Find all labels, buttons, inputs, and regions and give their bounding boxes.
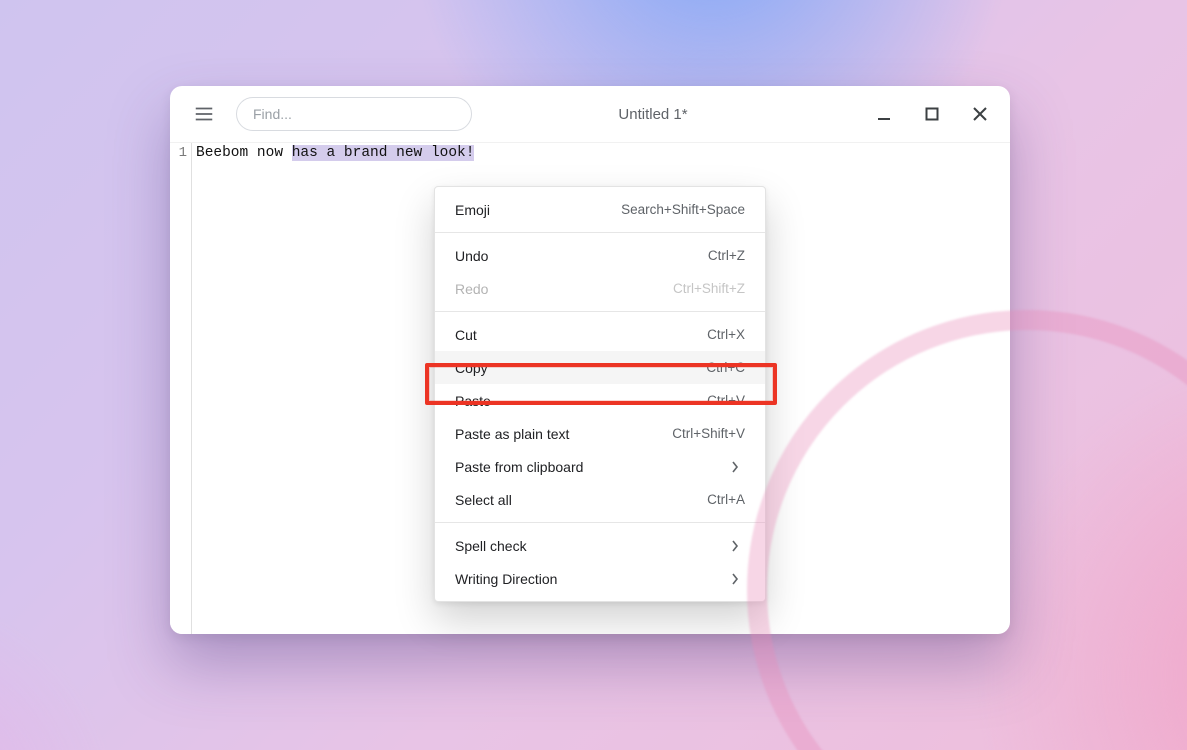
- menu-item-paste-plain[interactable]: Paste as plain text Ctrl+Shift+V: [435, 417, 765, 450]
- menu-item-label: Paste: [455, 393, 491, 409]
- close-icon[interactable]: [970, 104, 990, 124]
- menu-item-shortcut: Ctrl+X: [707, 327, 745, 342]
- menu-item-label: Undo: [455, 248, 488, 264]
- menu-item-redo: Redo Ctrl+Shift+Z: [435, 272, 765, 305]
- find-field[interactable]: [236, 97, 472, 131]
- menu-item-writing-direction[interactable]: Writing Direction: [435, 562, 765, 595]
- titlebar: Untitled 1*: [170, 86, 1010, 142]
- chevron-right-icon: [731, 540, 745, 552]
- find-input[interactable]: [253, 106, 455, 122]
- menu-item-shortcut: Ctrl+Shift+Z: [673, 281, 745, 296]
- menu-item-label: Spell check: [455, 538, 527, 554]
- menu-item-emoji[interactable]: Emoji Search+Shift+Space: [435, 193, 765, 226]
- minimize-icon[interactable]: [874, 104, 894, 124]
- maximize-icon[interactable]: [922, 104, 942, 124]
- document-title: Untitled 1*: [484, 106, 862, 123]
- window-controls: [874, 104, 996, 124]
- menu-item-shortcut: Ctrl+Z: [708, 248, 745, 263]
- menu-item-select-all[interactable]: Select all Ctrl+A: [435, 483, 765, 516]
- menu-divider: [435, 232, 765, 233]
- chevron-right-icon: [731, 573, 745, 585]
- menu-item-shortcut: Ctrl+Shift+V: [672, 426, 745, 441]
- context-menu: Emoji Search+Shift+Space Undo Ctrl+Z Red…: [434, 186, 766, 602]
- editor-text-plain: Beebom now: [196, 145, 292, 161]
- menu-item-shortcut: Ctrl+V: [707, 393, 745, 408]
- menu-item-label: Select all: [455, 492, 512, 508]
- line-number-gutter: 1: [170, 143, 192, 634]
- menu-divider: [435, 311, 765, 312]
- chevron-right-icon: [731, 461, 745, 473]
- menu-item-label: Paste from clipboard: [455, 459, 583, 475]
- menu-item-label: Writing Direction: [455, 571, 557, 587]
- menu-item-shortcut: Ctrl+A: [707, 492, 745, 507]
- menu-item-copy[interactable]: Copy Ctrl+C: [435, 351, 765, 384]
- menu-item-label: Emoji: [455, 202, 490, 218]
- menu-item-label: Redo: [455, 281, 488, 297]
- menu-item-undo[interactable]: Undo Ctrl+Z: [435, 239, 765, 272]
- editor-text-selected: has a brand new look!: [292, 145, 475, 161]
- menu-item-label: Paste as plain text: [455, 426, 569, 442]
- menu-item-paste[interactable]: Paste Ctrl+V: [435, 384, 765, 417]
- menu-item-shortcut: Ctrl+C: [706, 360, 745, 375]
- line-number: 1: [170, 145, 187, 161]
- menu-item-shortcut: Search+Shift+Space: [621, 202, 745, 217]
- menu-item-label: Cut: [455, 327, 477, 343]
- menu-icon[interactable]: [184, 94, 224, 134]
- menu-item-label: Copy: [455, 360, 488, 376]
- menu-item-cut[interactable]: Cut Ctrl+X: [435, 318, 765, 351]
- menu-divider: [435, 522, 765, 523]
- menu-item-spell-check[interactable]: Spell check: [435, 529, 765, 562]
- menu-item-paste-clipboard[interactable]: Paste from clipboard: [435, 450, 765, 483]
